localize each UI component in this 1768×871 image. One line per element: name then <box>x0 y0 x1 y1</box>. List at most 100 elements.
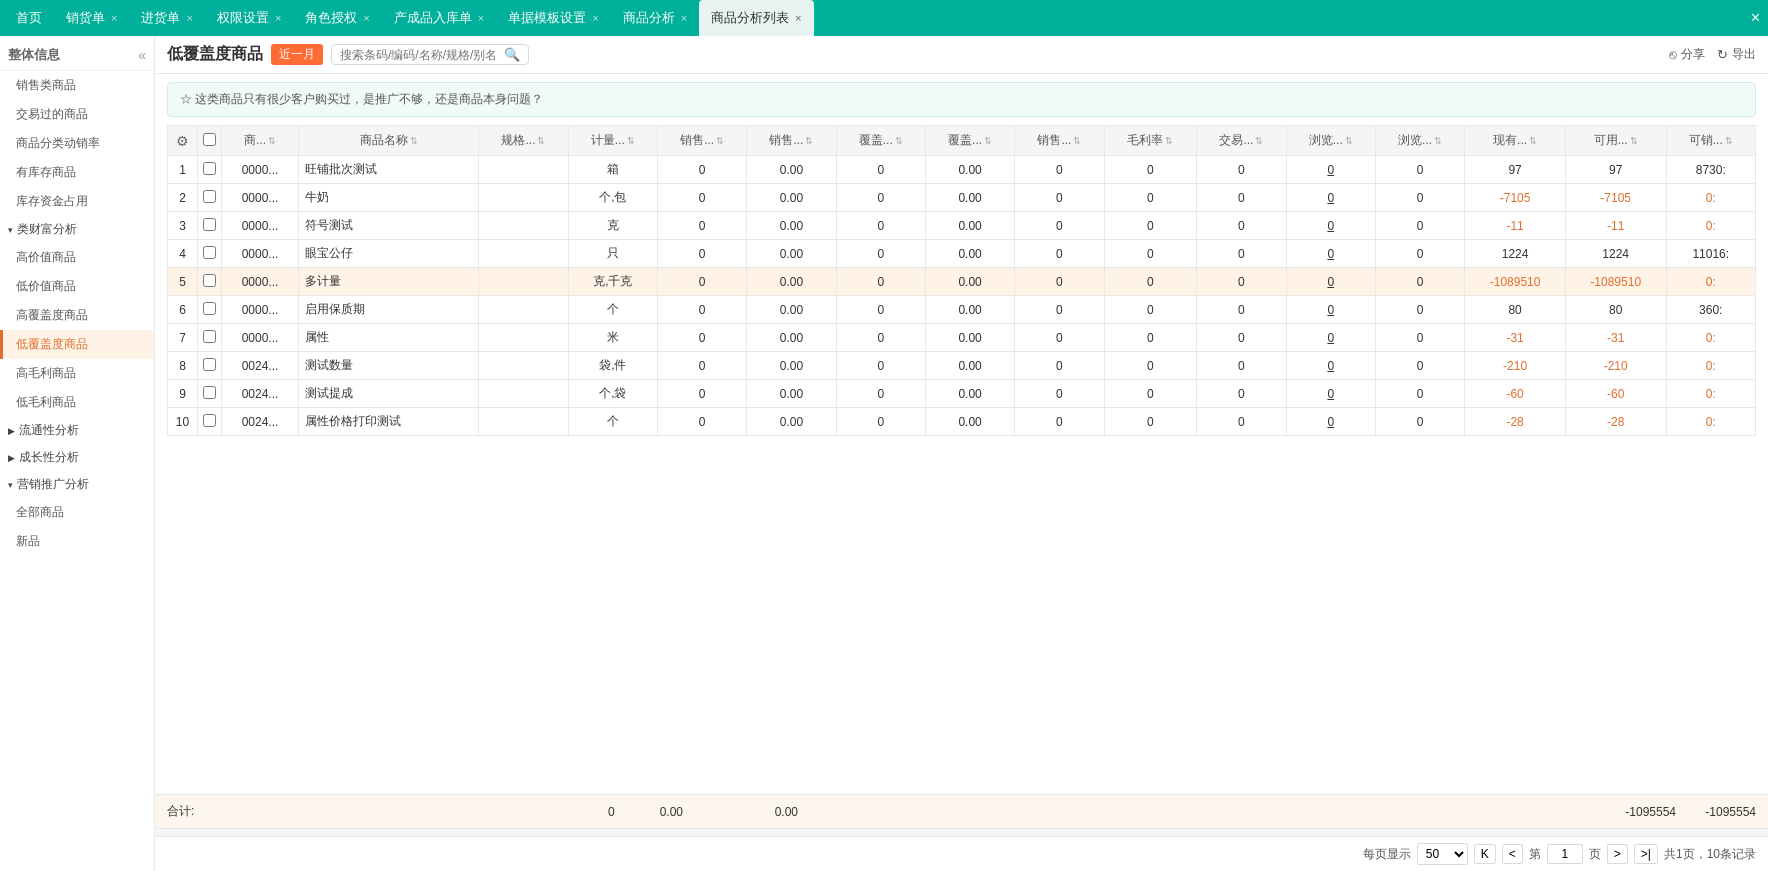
sidebar-item-high-margin[interactable]: 高毛利商品 <box>0 359 154 388</box>
next-page-button[interactable]: > <box>1607 844 1628 864</box>
sidebar-section3-header[interactable]: ▶ 流通性分析 <box>0 417 154 444</box>
nav-product-analysis-list[interactable]: 商品分析列表 × <box>699 0 813 36</box>
row-checkbox-cell[interactable] <box>198 380 222 408</box>
sidebar-item-all-goods[interactable]: 全部商品 <box>0 498 154 527</box>
nav-product-analysis[interactable]: 商品分析 × <box>611 0 699 36</box>
sidebar-item-low-value[interactable]: 低价值商品 <box>0 272 154 301</box>
search-icon[interactable]: 🔍 <box>504 47 520 62</box>
close-icon[interactable]: × <box>681 12 687 24</box>
col-code[interactable]: 商...⇅ <box>222 126 299 156</box>
col-browse1[interactable]: 浏览...⇅ <box>1286 126 1375 156</box>
close-icon[interactable]: × <box>111 12 117 24</box>
close-icon[interactable]: × <box>795 12 801 24</box>
window-close-icon[interactable]: × <box>1751 9 1760 27</box>
nav-sales-order[interactable]: 销货单 × <box>54 0 129 36</box>
col-current[interactable]: 现有...⇅ <box>1465 126 1566 156</box>
row-browse1[interactable]: 0 <box>1286 408 1375 436</box>
col-available[interactable]: 可用...⇅ <box>1565 126 1666 156</box>
close-icon[interactable]: × <box>478 12 484 24</box>
sidebar-item-high-coverage[interactable]: 高覆盖度商品 <box>0 301 154 330</box>
per-page-select[interactable]: 50 100 200 <box>1417 843 1468 865</box>
col-sales-qty[interactable]: 销售...⇅ <box>657 126 746 156</box>
nav-permission-settings[interactable]: 权限设置 × <box>205 0 293 36</box>
row-browse1[interactable]: 0 <box>1286 352 1375 380</box>
row-name[interactable]: 眼宝公仔 <box>299 240 479 268</box>
sidebar-item-high-value[interactable]: 高价值商品 <box>0 243 154 272</box>
col-cover1[interactable]: 覆盖...⇅ <box>836 126 925 156</box>
row-name[interactable]: 符号测试 <box>299 212 479 240</box>
time-filter-button[interactable]: 近一月 <box>271 44 323 65</box>
horizontal-scrollbar[interactable] <box>155 828 1768 836</box>
row-browse1[interactable]: 0 <box>1286 268 1375 296</box>
col-unit[interactable]: 计量...⇅ <box>568 126 657 156</box>
row-browse1[interactable]: 0 <box>1286 240 1375 268</box>
row-checkbox[interactable] <box>203 386 216 399</box>
sidebar-item-low-coverage[interactable]: 低覆盖度商品 <box>0 330 154 359</box>
row-name[interactable]: 测试数量 <box>299 352 479 380</box>
col-gear[interactable]: ⚙ <box>168 126 198 156</box>
first-page-button[interactable]: K <box>1474 844 1496 864</box>
close-icon[interactable]: × <box>363 12 369 24</box>
row-browse1[interactable]: 0 <box>1286 212 1375 240</box>
sidebar-collapse-btn[interactable]: « <box>138 47 146 63</box>
col-saleable[interactable]: 可销...⇅ <box>1666 126 1755 156</box>
sidebar-section5-header[interactable]: ▾ 营销推广分析 <box>0 471 154 498</box>
col-trade[interactable]: 交易...⇅ <box>1197 126 1286 156</box>
close-icon[interactable]: × <box>275 12 281 24</box>
row-checkbox-cell[interactable] <box>198 324 222 352</box>
sidebar-item-low-margin[interactable]: 低毛利商品 <box>0 388 154 417</box>
row-checkbox-cell[interactable] <box>198 268 222 296</box>
row-browse1[interactable]: 0 <box>1286 156 1375 184</box>
export-button[interactable]: ↻ 导出 <box>1717 46 1756 63</box>
row-checkbox-cell[interactable] <box>198 156 222 184</box>
row-name[interactable]: 旺铺批次测试 <box>299 156 479 184</box>
nav-template-settings[interactable]: 单据模板设置 × <box>496 0 610 36</box>
row-browse1[interactable]: 0 <box>1286 324 1375 352</box>
row-checkbox[interactable] <box>203 414 216 427</box>
share-button[interactable]: ⎋ 分享 <box>1669 46 1705 63</box>
sidebar-item-in-stock[interactable]: 有库存商品 <box>0 158 154 187</box>
nav-home[interactable]: 首页 <box>4 0 54 36</box>
last-page-button[interactable]: >| <box>1634 844 1658 864</box>
select-all-checkbox[interactable] <box>203 133 216 146</box>
row-checkbox[interactable] <box>203 330 216 343</box>
sidebar-item-new-goods[interactable]: 新品 <box>0 527 154 556</box>
gear-icon[interactable]: ⚙ <box>176 133 189 149</box>
close-icon[interactable]: × <box>592 12 598 24</box>
row-checkbox[interactable] <box>203 274 216 287</box>
sidebar-item-category-rate[interactable]: 商品分类动销率 <box>0 129 154 158</box>
sidebar-section2-header[interactable]: ▾ 类财富分析 <box>0 216 154 243</box>
row-name[interactable]: 多计量 <box>299 268 479 296</box>
row-browse1[interactable]: 0 <box>1286 380 1375 408</box>
row-checkbox[interactable] <box>203 358 216 371</box>
col-browse2[interactable]: 浏览...⇅ <box>1375 126 1464 156</box>
row-name[interactable]: 属性价格打印测试 <box>299 408 479 436</box>
row-name[interactable]: 启用保质期 <box>299 296 479 324</box>
col-gross[interactable]: 毛利率⇅ <box>1104 126 1197 156</box>
col-cover2[interactable]: 覆盖...⇅ <box>925 126 1014 156</box>
row-checkbox-cell[interactable] <box>198 184 222 212</box>
sidebar-item-inventory-capital[interactable]: 库存资金占用 <box>0 187 154 216</box>
row-checkbox-cell[interactable] <box>198 240 222 268</box>
row-checkbox[interactable] <box>203 246 216 259</box>
prev-page-button[interactable]: < <box>1502 844 1523 864</box>
sidebar-item-traded-goods[interactable]: 交易过的商品 <box>0 100 154 129</box>
row-name[interactable]: 属性 <box>299 324 479 352</box>
row-name[interactable]: 测试提成 <box>299 380 479 408</box>
col-name[interactable]: 商品名称⇅ <box>299 126 479 156</box>
row-browse1[interactable]: 0 <box>1286 296 1375 324</box>
row-checkbox[interactable] <box>203 302 216 315</box>
row-checkbox-cell[interactable] <box>198 212 222 240</box>
row-checkbox-cell[interactable] <box>198 296 222 324</box>
row-checkbox-cell[interactable] <box>198 352 222 380</box>
close-icon[interactable]: × <box>186 12 192 24</box>
row-checkbox[interactable] <box>203 162 216 175</box>
nav-product-inbound[interactable]: 产成品入库单 × <box>382 0 496 36</box>
col-sales-amt[interactable]: 销售...⇅ <box>747 126 836 156</box>
page-input[interactable] <box>1547 844 1583 864</box>
row-checkbox[interactable] <box>203 218 216 231</box>
row-checkbox[interactable] <box>203 190 216 203</box>
sidebar-item-sales-goods[interactable]: 销售类商品 <box>0 71 154 100</box>
row-browse1[interactable]: 0 <box>1286 184 1375 212</box>
nav-role-auth[interactable]: 角色授权 × <box>293 0 381 36</box>
